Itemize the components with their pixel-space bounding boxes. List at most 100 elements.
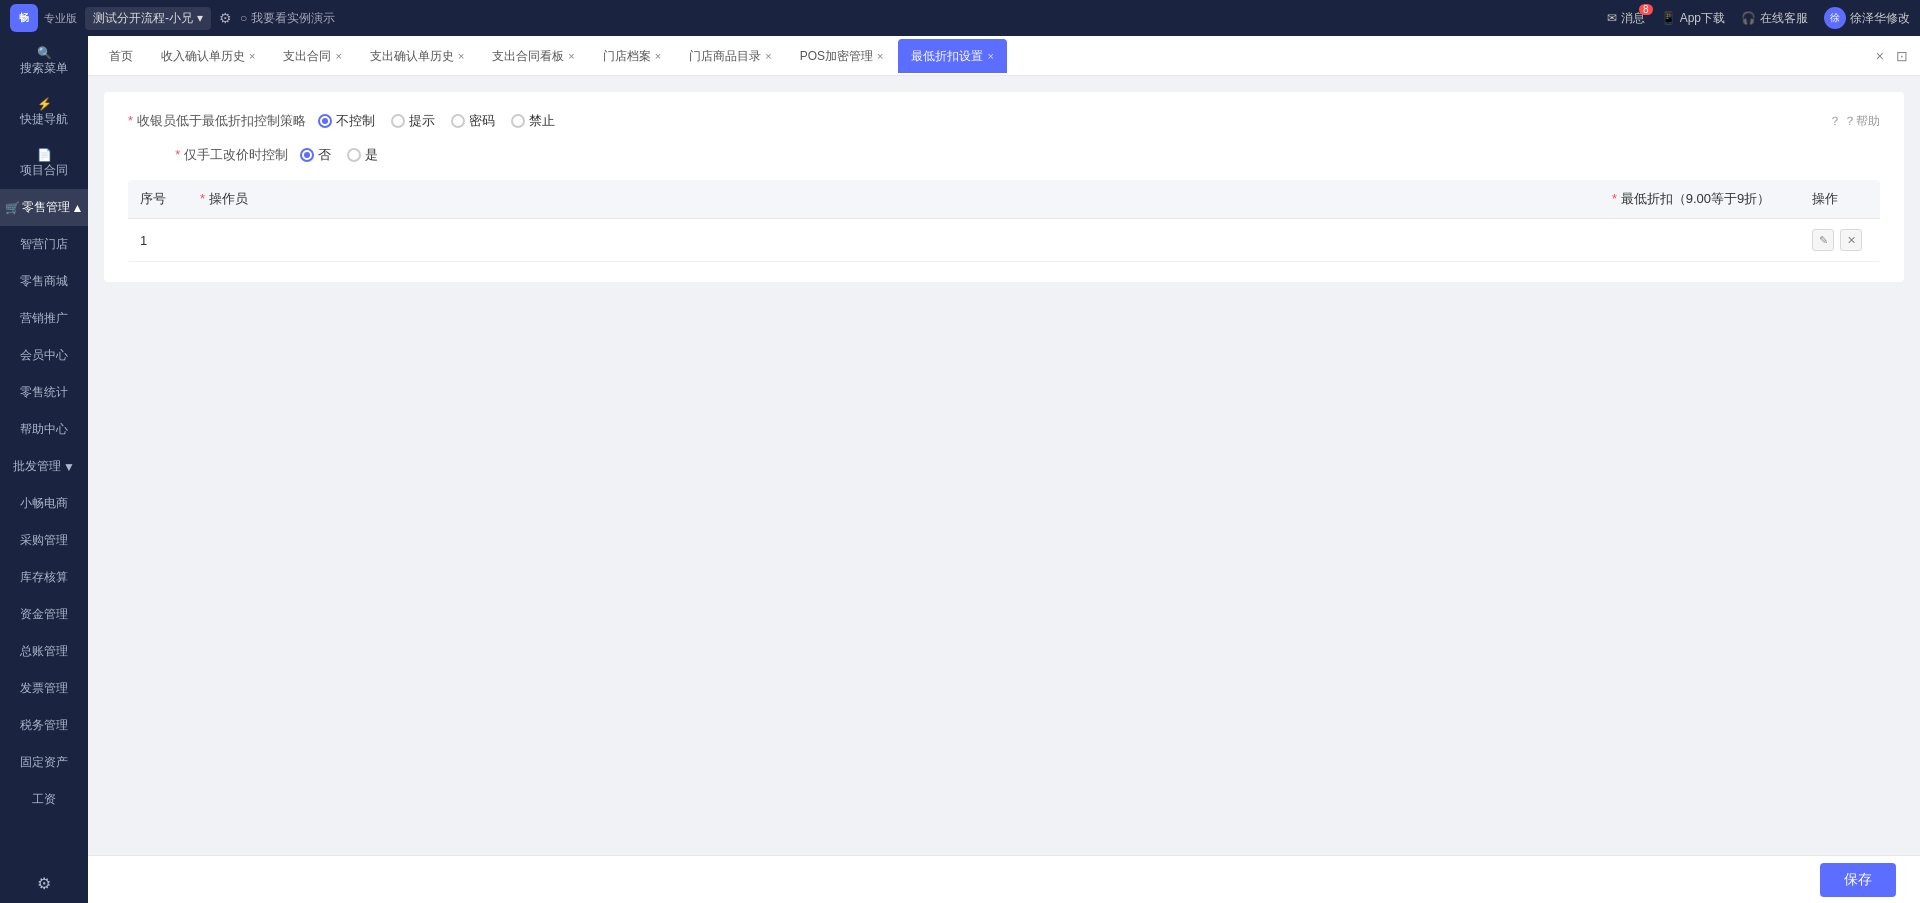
tab-income-history-close[interactable]: × (249, 50, 255, 62)
sidebar-item-online-store[interactable]: 零售商城 (0, 263, 88, 300)
sidebar-item-wholesale-label: 批发管理 (13, 458, 61, 475)
sidebar-item-retail[interactable]: 🛒 零售管理 ▲ (0, 189, 88, 226)
sidebar-item-ledger-label: 总账管理 (20, 644, 68, 658)
col-header-action: 操作 (1800, 180, 1880, 219)
project-name: 测试分开流程-小兄 (93, 10, 193, 27)
radio-no[interactable] (300, 148, 314, 162)
tab-payment-confirm-history-close[interactable]: × (458, 50, 464, 62)
tab-payment-confirm-history-label: 支出确认单历史 (370, 48, 454, 65)
tab-store-products-close[interactable]: × (765, 50, 771, 62)
sidebar-item-search-label: 搜索菜单 (20, 61, 68, 75)
sidebar-item-member-label: 会员中心 (20, 348, 68, 362)
message-button[interactable]: ✉ 消息 8 (1607, 10, 1645, 27)
col-header-operator: * 操作员 (188, 180, 1600, 219)
radio-forbid[interactable] (511, 114, 525, 128)
cell-action: ✎ ✕ (1800, 219, 1880, 262)
demo-link[interactable]: ○ 我要看实例演示 (240, 10, 335, 27)
delete-icon: ✕ (1847, 234, 1856, 247)
sidebar-item-stats[interactable]: 零售统计 (0, 374, 88, 411)
option-yes[interactable]: 是 (347, 146, 378, 164)
delete-button[interactable]: ✕ (1840, 229, 1862, 251)
option-no[interactable]: 否 (300, 146, 331, 164)
tab-min-discount[interactable]: 最低折扣设置 × (898, 39, 1006, 73)
sidebar-item-online-store-label: 零售商城 (20, 274, 68, 288)
tab-store-products[interactable]: 门店商品目录 × (676, 39, 784, 73)
tab-min-discount-label: 最低折扣设置 (911, 48, 983, 65)
radio-remind[interactable] (391, 114, 405, 128)
tab-store-file-close[interactable]: × (655, 50, 661, 62)
discount-required-star: * (1612, 191, 1617, 206)
tab-payment-board[interactable]: 支出合同看板 × (479, 39, 587, 73)
sidebar-item-finance-label: 资金管理 (20, 607, 68, 621)
sidebar-item-ecommerce[interactable]: 小畅电商 (0, 485, 88, 522)
edit-button[interactable]: ✎ (1812, 229, 1834, 251)
sidebar-gear-icon[interactable]: ⚙ (37, 875, 51, 892)
sidebar-item-retail-label: 零售管理 (22, 199, 70, 216)
radio-no-control[interactable] (318, 114, 332, 128)
table-header-row: 序号 * 操作员 * 最低折扣（9.00等于9折） 操作 (128, 180, 1880, 219)
sidebar-item-ledger[interactable]: 总账管理 (0, 633, 88, 670)
sidebar-item-marketing-label: 营销推广 (20, 311, 68, 325)
user-profile-button[interactable]: 徐 徐泽华修改 (1824, 7, 1910, 29)
tab-payment-confirm-history[interactable]: 支出确认单历史 × (357, 39, 477, 73)
tab-home[interactable]: 首页 (96, 39, 146, 73)
project-selector[interactable]: 测试分开流程-小兄 ▾ (85, 7, 211, 30)
logo-area: 畅 专业版 (10, 4, 77, 32)
help-link[interactable]: ？ ？帮助 (1829, 113, 1880, 130)
top-bar-right: ✉ 消息 8 📱 App下载 🎧 在线客服 徐 徐泽华修改 (1607, 7, 1910, 29)
sidebar-item-search[interactable]: 🔍 搜索菜单 (0, 36, 88, 87)
app-download-button[interactable]: 📱 App下载 (1661, 10, 1725, 27)
top-bar-left: 畅 专业版 测试分开流程-小兄 ▾ ⚙ ○ 我要看实例演示 (10, 4, 335, 32)
sidebar-item-contract[interactable]: 📄 项目合同 (0, 138, 88, 189)
sidebar-item-finance[interactable]: 资金管理 (0, 596, 88, 633)
tab-maximize-button[interactable]: ⊡ (1892, 46, 1912, 66)
radio-yes[interactable] (347, 148, 361, 162)
option-remind[interactable]: 提示 (391, 112, 435, 130)
sidebar-item-inventory[interactable]: 库存核算 (0, 559, 88, 596)
sidebar-item-marketing[interactable]: 营销推广 (0, 300, 88, 337)
sidebar-item-shortcut-label: 快捷导航 (20, 112, 68, 126)
option-no-control[interactable]: 不控制 (318, 112, 375, 130)
tab-income-history[interactable]: 收入确认单历史 × (148, 39, 268, 73)
sidebar-item-salary-label: 工资 (32, 792, 56, 806)
option-forbid[interactable]: 禁止 (511, 112, 555, 130)
sidebar-item-wholesale[interactable]: 批发管理 ▼ (0, 448, 88, 485)
tab-pos-password-close[interactable]: × (877, 50, 883, 62)
settings-button[interactable]: ⚙ (219, 10, 232, 26)
sidebar-item-shortcut[interactable]: ⚡ 快捷导航 (0, 87, 88, 138)
option-password[interactable]: 密码 (451, 112, 495, 130)
manual-control-options: 否 是 (300, 146, 378, 164)
tab-home-label: 首页 (109, 48, 133, 65)
tab-close-all-button[interactable]: × (1872, 46, 1888, 66)
tab-store-file[interactable]: 门店档案 × (590, 39, 674, 73)
tab-store-file-label: 门店档案 (603, 48, 651, 65)
edit-icon: ✎ (1819, 234, 1828, 247)
sidebar-item-ecommerce-label: 小畅电商 (20, 496, 68, 510)
sidebar-item-salary[interactable]: 工资 (0, 781, 88, 818)
tab-min-discount-close[interactable]: × (987, 50, 993, 62)
circle-icon: ○ (240, 11, 247, 25)
logo-icon: 畅 (10, 4, 38, 32)
service-label: 在线客服 (1760, 10, 1808, 27)
sidebar-item-invoice[interactable]: 发票管理 (0, 670, 88, 707)
tab-payment-contract[interactable]: 支出合同 × (270, 39, 354, 73)
tab-payment-board-label: 支出合同看板 (492, 48, 564, 65)
sidebar-item-member[interactable]: 会员中心 (0, 337, 88, 374)
sidebar-item-tax-label: 税务管理 (20, 718, 68, 732)
expand-icon: ▼ (63, 460, 75, 474)
control-strategy-row: * 收银员低于最低折扣控制策略 不控制 提示 (128, 112, 1880, 130)
save-button[interactable]: 保存 (1820, 863, 1896, 897)
sidebar-item-help[interactable]: 帮助中心 (0, 411, 88, 448)
tab-pos-password[interactable]: POS加密管理 × (787, 39, 897, 73)
sidebar-bottom: ⚙ (0, 864, 88, 903)
sidebar-item-smart-store[interactable]: 智营门店 (0, 226, 88, 263)
sidebar-item-assets[interactable]: 固定资产 (0, 744, 88, 781)
logo-text: 专业版 (44, 11, 77, 26)
sidebar-item-tax[interactable]: 税务管理 (0, 707, 88, 744)
tab-payment-contract-close[interactable]: × (335, 50, 341, 62)
discount-table: 序号 * 操作员 * 最低折扣（9.00等于9折） 操作 (128, 180, 1880, 262)
customer-service-button[interactable]: 🎧 在线客服 (1741, 10, 1808, 27)
tab-payment-board-close[interactable]: × (568, 50, 574, 62)
sidebar-item-purchase[interactable]: 采购管理 (0, 522, 88, 559)
radio-password[interactable] (451, 114, 465, 128)
